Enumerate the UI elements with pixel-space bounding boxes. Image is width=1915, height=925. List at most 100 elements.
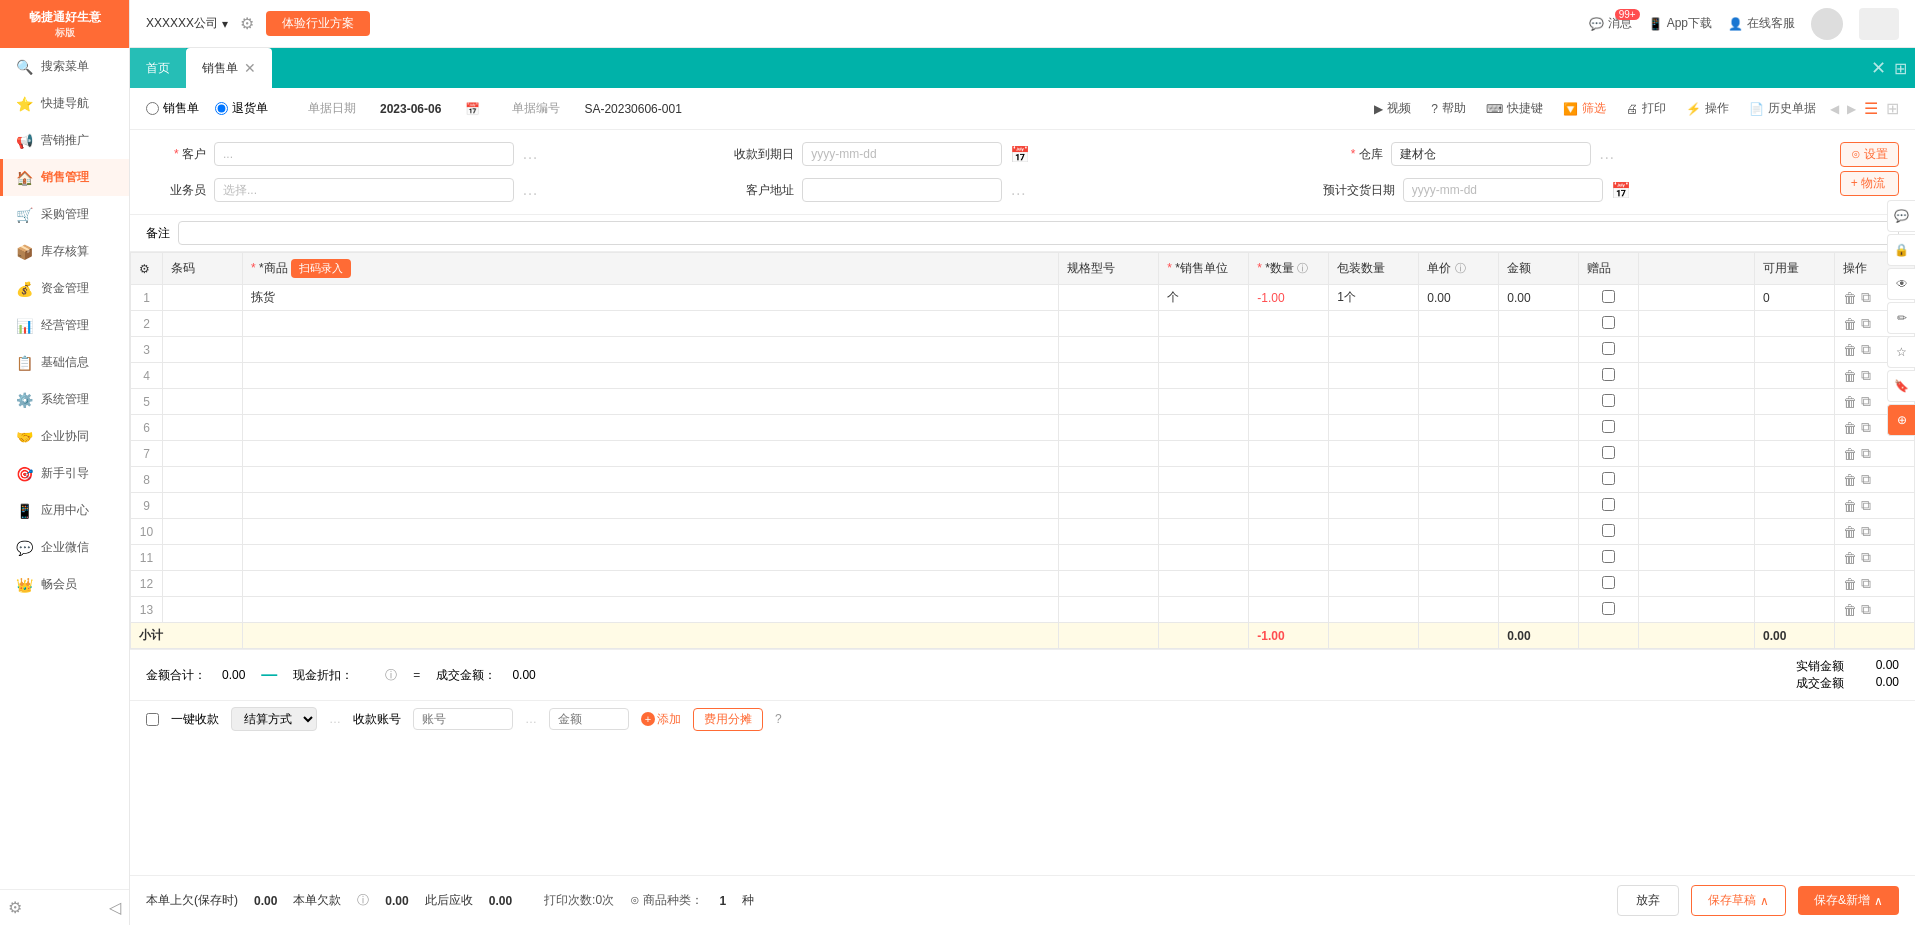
copy-icon[interactable]: ⧉ (1861, 497, 1871, 514)
delete-icon[interactable]: 🗑 (1843, 472, 1857, 488)
delete-icon[interactable]: 🗑 (1843, 394, 1857, 410)
tab-sales-order[interactable]: 销售单 ✕ (186, 48, 272, 88)
save-new-btn[interactable]: 保存&新增 ∧ (1798, 886, 1899, 915)
history-btn[interactable]: 📄 历史单据 (1743, 98, 1822, 119)
float-star-btn[interactable]: ☆ (1887, 336, 1915, 368)
avatar[interactable] (1811, 8, 1843, 40)
amount-input[interactable] (549, 708, 629, 730)
tab-home[interactable]: 首页 (130, 48, 186, 88)
float-bookmark-btn[interactable]: 🔖 (1887, 370, 1915, 402)
shortcut-btn[interactable]: ⌨ 快捷键 (1480, 98, 1549, 119)
delete-icon[interactable]: 🗑 (1843, 316, 1857, 332)
add-payment-btn[interactable]: + 添加 (641, 711, 681, 728)
sidebar-item-guide[interactable]: 🎯 新手引导 (0, 455, 129, 492)
copy-icon[interactable]: ⧉ (1861, 289, 1871, 306)
tab-layout-icon[interactable]: ⊞ (1894, 59, 1907, 78)
sidebar-item-inventory[interactable]: 📦 库存核算 (0, 233, 129, 270)
trial-btn[interactable]: 体验行业方案 (266, 11, 370, 36)
app-download-btn[interactable]: 📱 App下载 (1648, 15, 1712, 32)
float-comment-btn[interactable]: 💬 (1887, 200, 1915, 232)
row-product[interactable]: 拣货 (243, 285, 1059, 311)
copy-icon[interactable]: ⧉ (1861, 601, 1871, 618)
fee-help-icon[interactable]: ? (775, 712, 782, 726)
sidebar-item-appstore[interactable]: 📱 应用中心 (0, 492, 129, 529)
sidebar-item-marketing[interactable]: 📢 营销推广 (0, 122, 129, 159)
qty-help-icon[interactable]: ⓘ (1297, 262, 1308, 274)
radio-return-order[interactable]: 退货单 (215, 100, 268, 117)
delete-icon[interactable]: 🗑 (1843, 576, 1857, 592)
due-date-calendar-icon[interactable]: 📅 (1010, 145, 1030, 164)
expected-date-input[interactable] (1403, 178, 1603, 202)
delete-icon[interactable]: 🗑 (1843, 290, 1857, 306)
copy-icon[interactable]: ⧉ (1861, 315, 1871, 332)
tab-close-all-icon[interactable]: ✕ (1871, 57, 1886, 79)
sidebar-item-sales[interactable]: 🏠 销售管理 (0, 159, 129, 196)
sidebar-settings-btn[interactable]: ⚙ (8, 898, 22, 917)
row-price[interactable]: 0.00 (1419, 285, 1499, 311)
customer-input[interactable] (214, 142, 514, 166)
radio-sales-order[interactable]: 销售单 (146, 100, 199, 117)
due-date-input[interactable] (802, 142, 1002, 166)
customer-addr-input[interactable] (802, 178, 1002, 202)
grid-view-icon[interactable]: ⊞ (1886, 99, 1899, 118)
copy-icon[interactable]: ⧉ (1861, 393, 1871, 410)
salesperson-input[interactable] (214, 178, 514, 202)
copy-icon[interactable]: ⧉ (1861, 445, 1871, 462)
sidebar-collapse-btn[interactable]: ◁ (109, 898, 121, 917)
filter-btn[interactable]: 🔽 筛选 (1557, 98, 1612, 119)
copy-icon[interactable]: ⧉ (1861, 341, 1871, 358)
logistics-btn[interactable]: + 物流 (1840, 171, 1899, 196)
price-help-icon[interactable]: ⓘ (1455, 262, 1466, 274)
delete-icon[interactable]: 🗑 (1843, 550, 1857, 566)
sidebar-item-enterprise[interactable]: 🤝 企业协同 (0, 418, 129, 455)
sidebar-item-search[interactable]: 🔍 搜索菜单 (0, 48, 129, 85)
sidebar-item-wechat[interactable]: 💬 企业微信 (0, 529, 129, 566)
copy-icon[interactable]: ⧉ (1861, 575, 1871, 592)
copy-icon[interactable]: ⧉ (1861, 471, 1871, 488)
account-input[interactable] (413, 708, 513, 730)
delete-icon[interactable]: 🗑 (1843, 602, 1857, 618)
sidebar-item-member[interactable]: 👑 畅会员 (0, 566, 129, 603)
settings-btn[interactable]: ⊙ 设置 (1840, 142, 1899, 167)
one-click-checkbox[interactable] (146, 713, 159, 726)
sidebar-item-system[interactable]: ⚙️ 系统管理 (0, 381, 129, 418)
row-pkg-qty[interactable]: 1个 (1329, 285, 1419, 311)
company-selector[interactable]: XXXXXX公司 ▾ (146, 15, 228, 32)
save-draft-btn[interactable]: 保存草稿 ∧ (1691, 885, 1786, 916)
account-more-icon[interactable]: … (525, 712, 537, 726)
delete-icon[interactable]: 🗑 (1843, 524, 1857, 540)
operate-btn[interactable]: ⚡ 操作 (1680, 98, 1735, 119)
row-unit[interactable]: 个 (1159, 285, 1249, 311)
th-gear-icon[interactable]: ⚙ (139, 262, 150, 276)
row-spec[interactable] (1059, 285, 1159, 311)
row-barcode[interactable] (163, 285, 243, 311)
help-btn[interactable]: ? 帮助 (1425, 98, 1472, 119)
fee-split-btn[interactable]: 费用分摊 (693, 708, 763, 731)
delete-icon[interactable]: 🗑 (1843, 342, 1857, 358)
salesperson-more-icon[interactable]: … (522, 181, 538, 199)
online-service-btn[interactable]: 👤 在线客服 (1728, 15, 1795, 32)
tab-close-icon[interactable]: ✕ (244, 60, 256, 76)
sidebar-item-quick-nav[interactable]: ⭐ 快捷导航 (0, 85, 129, 122)
float-eye-btn[interactable]: 👁 (1887, 268, 1915, 300)
prev-icon[interactable]: ◀ (1830, 102, 1839, 116)
copy-icon[interactable]: ⧉ (1861, 549, 1871, 566)
sidebar-item-purchase[interactable]: 🛒 采购管理 (0, 196, 129, 233)
calendar-icon[interactable]: 📅 (465, 102, 480, 116)
header-gear-icon[interactable]: ⚙ (240, 14, 254, 33)
expected-date-calendar-icon[interactable]: 📅 (1611, 181, 1631, 200)
sidebar-item-operations[interactable]: 📊 经营管理 (0, 307, 129, 344)
float-orange-btn[interactable]: ⊕ (1887, 404, 1915, 436)
video-btn[interactable]: ▶ 视频 (1368, 98, 1417, 119)
row-gear[interactable]: 1 (131, 285, 163, 311)
owe-help-icon[interactable]: ⓘ (357, 892, 369, 909)
discard-btn[interactable]: 放弃 (1617, 885, 1679, 916)
delete-icon[interactable]: 🗑 (1843, 368, 1857, 384)
row-gift[interactable] (1579, 285, 1639, 311)
sidebar-item-finance[interactable]: 💰 资金管理 (0, 270, 129, 307)
settlement-more-icon[interactable]: … (329, 712, 341, 726)
avatar-name[interactable] (1859, 8, 1899, 40)
list-view-icon[interactable]: ☰ (1864, 99, 1878, 118)
copy-icon[interactable]: ⧉ (1861, 523, 1871, 540)
next-icon[interactable]: ▶ (1847, 102, 1856, 116)
